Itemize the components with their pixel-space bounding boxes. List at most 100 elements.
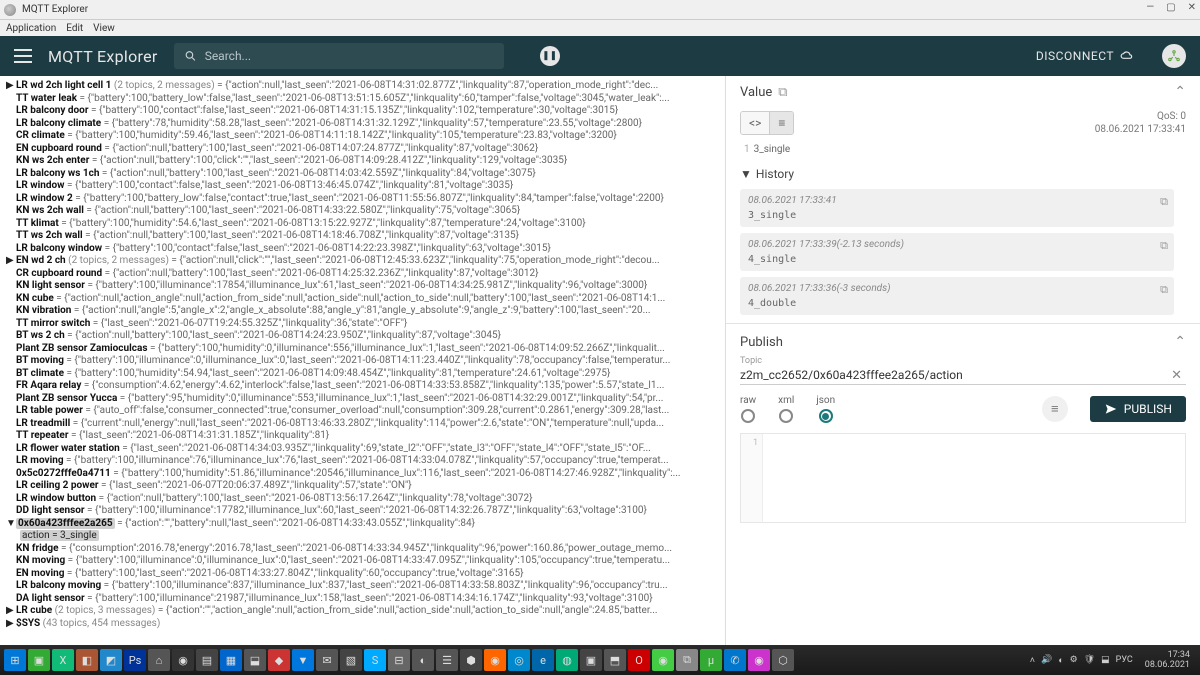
taskbar-app[interactable]: ☰ [436,649,458,671]
taskbar-app[interactable]: ◧ [76,649,98,671]
tray-chevron-icon[interactable]: ˄ [1030,655,1035,666]
topic-row[interactable]: LR balcony climate = {"battery":78,"humi… [6,118,719,131]
taskbar-app[interactable]: ▧ [340,649,362,671]
history-item[interactable]: 08.06.2021 17:33:413_single⧉ [740,189,1174,227]
topic-row[interactable]: LR flower water station = {"last_seen":"… [6,443,719,456]
topic-row[interactable]: ▶LR wd 2ch light cell 1 (2 topics, 2 mes… [6,80,719,93]
topic-row[interactable]: 0x5c0272fffe0a4711 = {"battery":100,"hum… [6,468,719,481]
topic-row[interactable]: ▼0x60a423fffee2a265 = {"action":"","batt… [6,518,719,531]
copy-icon[interactable]: ⧉ [1160,283,1168,297]
payload-editor[interactable]: 1 [740,433,1186,523]
history-item[interactable]: 08.06.2021 17:33:36(-3 seconds)4_double⧉ [740,277,1174,315]
code-view-icon[interactable]: <> [741,112,770,134]
taskbar-app[interactable]: X [52,649,74,671]
maximize-icon[interactable]: ▢ [1166,2,1175,13]
topic-row[interactable]: KN vibration = {"action":null,"angle":5,… [6,305,719,318]
topic-row[interactable]: EN moving = {"battery":100,"last_seen":"… [6,568,719,581]
hamburger-icon[interactable] [14,49,32,63]
topic-tree[interactable]: ▶LR wd 2ch light cell 1 (2 topics, 2 mes… [0,76,725,645]
topic-row[interactable]: LR balcony door = {"battery":100,"contac… [6,105,719,118]
topic-row[interactable]: LR ceiling 2 power = {"last_seen":"2021-… [6,480,719,493]
taskbar-app[interactable]: ▣ [580,649,602,671]
copy-icon[interactable]: ⧉ [778,85,787,100]
copy-icon[interactable]: ⧉ [1160,195,1168,209]
topic-row[interactable]: KN ws 2ch enter = {"action":null,"batter… [6,155,719,168]
topic-row[interactable]: FR Aqara relay = {"consumption":4.62,"en… [6,380,719,393]
minimize-icon[interactable]: — [1146,2,1154,13]
taskbar-app[interactable]: ▤ [196,649,218,671]
taskbar-app[interactable]: ◎ [508,649,530,671]
topic-row[interactable]: ▶EN wd 2 ch (2 topics, 2 messages) = {"a… [6,255,719,268]
taskbar-app[interactable]: e [532,649,554,671]
topic-child[interactable]: action = 3_single [6,530,719,543]
topic-input[interactable] [740,366,1167,384]
publish-button[interactable]: PUBLISH [1090,396,1186,422]
topic-row[interactable]: Plant ZB sensor Yucca = {"battery":95,"h… [6,393,719,406]
menu-view[interactable]: View [93,23,115,34]
taskbar-app[interactable]: ⬢ [460,649,482,671]
topic-row[interactable]: EN cupboard round = {"action":null,"batt… [6,143,719,156]
topic-row[interactable]: TT klimat = {"battery":100,"humidity":54… [6,218,719,231]
taskbar-app[interactable]: ⬓ [244,649,266,671]
topic-row[interactable]: KN moving = {"battery":100,"illuminance"… [6,555,719,568]
search-box[interactable] [174,43,504,69]
system-tray[interactable]: ˄ 🔊 ◐ ⚙ 🛡 ⬓ РУС 17:34 08.06.2021 [1030,650,1196,670]
topic-row[interactable]: KN light sensor = {"battery":100,"illumi… [6,280,719,293]
copy-icon[interactable]: ⧉ [1160,239,1168,253]
topic-row[interactable]: LR window = {"battery":100,"contact":fal… [6,180,719,193]
taskbar-app[interactable]: O [628,649,650,671]
disconnect-button[interactable]: DISCONNECT [1036,49,1134,63]
taskbar-app[interactable]: μ [700,649,722,671]
taskbar-app[interactable]: ◐ [412,649,434,671]
taskbar-app[interactable]: ▦ [220,649,242,671]
taskbar-app[interactable]: ⧉ [676,649,698,671]
collapse-publish-icon[interactable]: ⌃ [1174,334,1186,350]
topic-row[interactable]: Plant ZB sensor Zamioculcas = {"battery"… [6,343,719,356]
topic-row[interactable]: LR balcony ws 1ch = {"action":null,"batt… [6,168,719,181]
taskbar-app[interactable]: ⬡ [772,649,794,671]
taskbar-app[interactable]: ⬒ [604,649,626,671]
clear-topic-icon[interactable]: ✕ [1167,368,1186,383]
topic-row[interactable]: CR climate = {"battery":100,"humidity":5… [6,130,719,143]
topic-row[interactable]: KN cube = {"action":null,"action_angle":… [6,293,719,306]
menu-application[interactable]: Application [6,23,56,34]
topic-row[interactable]: TT repeater = {"last_seen":"2021-06-08T1… [6,430,719,443]
taskbar-app[interactable]: S [364,649,386,671]
tray-lang[interactable]: РУС [1116,655,1133,665]
topic-row[interactable]: LR window 2 = {"battery":100,"battery_lo… [6,193,719,206]
taskbar-app[interactable]: ⌂ [148,649,170,671]
lines-view-icon[interactable]: ≡ [770,112,793,134]
taskbar-app[interactable]: Ps [124,649,146,671]
taskbar-app[interactable]: ▼ [292,649,314,671]
taskbar-app[interactable]: ◉ [748,649,770,671]
taskbar-app[interactable]: ◆ [268,649,290,671]
topic-row[interactable]: ▶$SYS (43 topics, 454 messages) [6,618,719,631]
start-button[interactable]: ⊞ [4,649,26,671]
topic-row[interactable]: LR balcony window = {"battery":100,"cont… [6,243,719,256]
topic-row[interactable]: TT ws 2ch wall = {"action":null,"battery… [6,230,719,243]
topic-row[interactable]: TT mirror switch = {"last_seen":"2021-06… [6,318,719,331]
topic-row[interactable]: DD light sensor = {"battery":100,"illumi… [6,505,719,518]
menu-edit[interactable]: Edit [66,23,83,34]
taskbar-app[interactable]: ◉ [172,649,194,671]
topic-row[interactable]: LR treadmill = {"current":null,"energy":… [6,418,719,431]
format-json[interactable]: json [816,395,835,423]
format-raw[interactable]: raw [740,395,756,423]
taskbar-app[interactable]: ▣ [28,649,50,671]
topic-row[interactable]: TT water leak = {"battery":100,"battery_… [6,93,719,106]
topic-row[interactable]: DA light sensor = {"battery":100,"illumi… [6,593,719,606]
pause-button[interactable]: ❚❚ [540,46,560,66]
collapse-value-icon[interactable]: ⌃ [1174,84,1186,100]
taskbar-app[interactable]: ◉ [484,649,506,671]
topic-row[interactable]: KN fridge = {"consumption":2016.78,"ener… [6,543,719,556]
format-pretty-icon[interactable]: ≡ [1042,396,1068,422]
history-header[interactable]: ▼ History [726,163,1200,185]
topic-row[interactable]: BT ws 2 ch = {"action":null,"battery":10… [6,330,719,343]
close-icon[interactable]: ✕ [1188,2,1196,13]
taskbar-app[interactable]: ✆ [724,649,746,671]
connection-avatar[interactable] [1162,44,1186,68]
topic-row[interactable]: LR table power = {"auto_off":false,"cons… [6,405,719,418]
taskbar-clock[interactable]: 17:34 08.06.2021 [1139,650,1196,670]
topic-row[interactable]: LR moving = {"battery":100,"illuminance"… [6,455,719,468]
tray-icon[interactable]: 🛡 [1084,655,1095,665]
